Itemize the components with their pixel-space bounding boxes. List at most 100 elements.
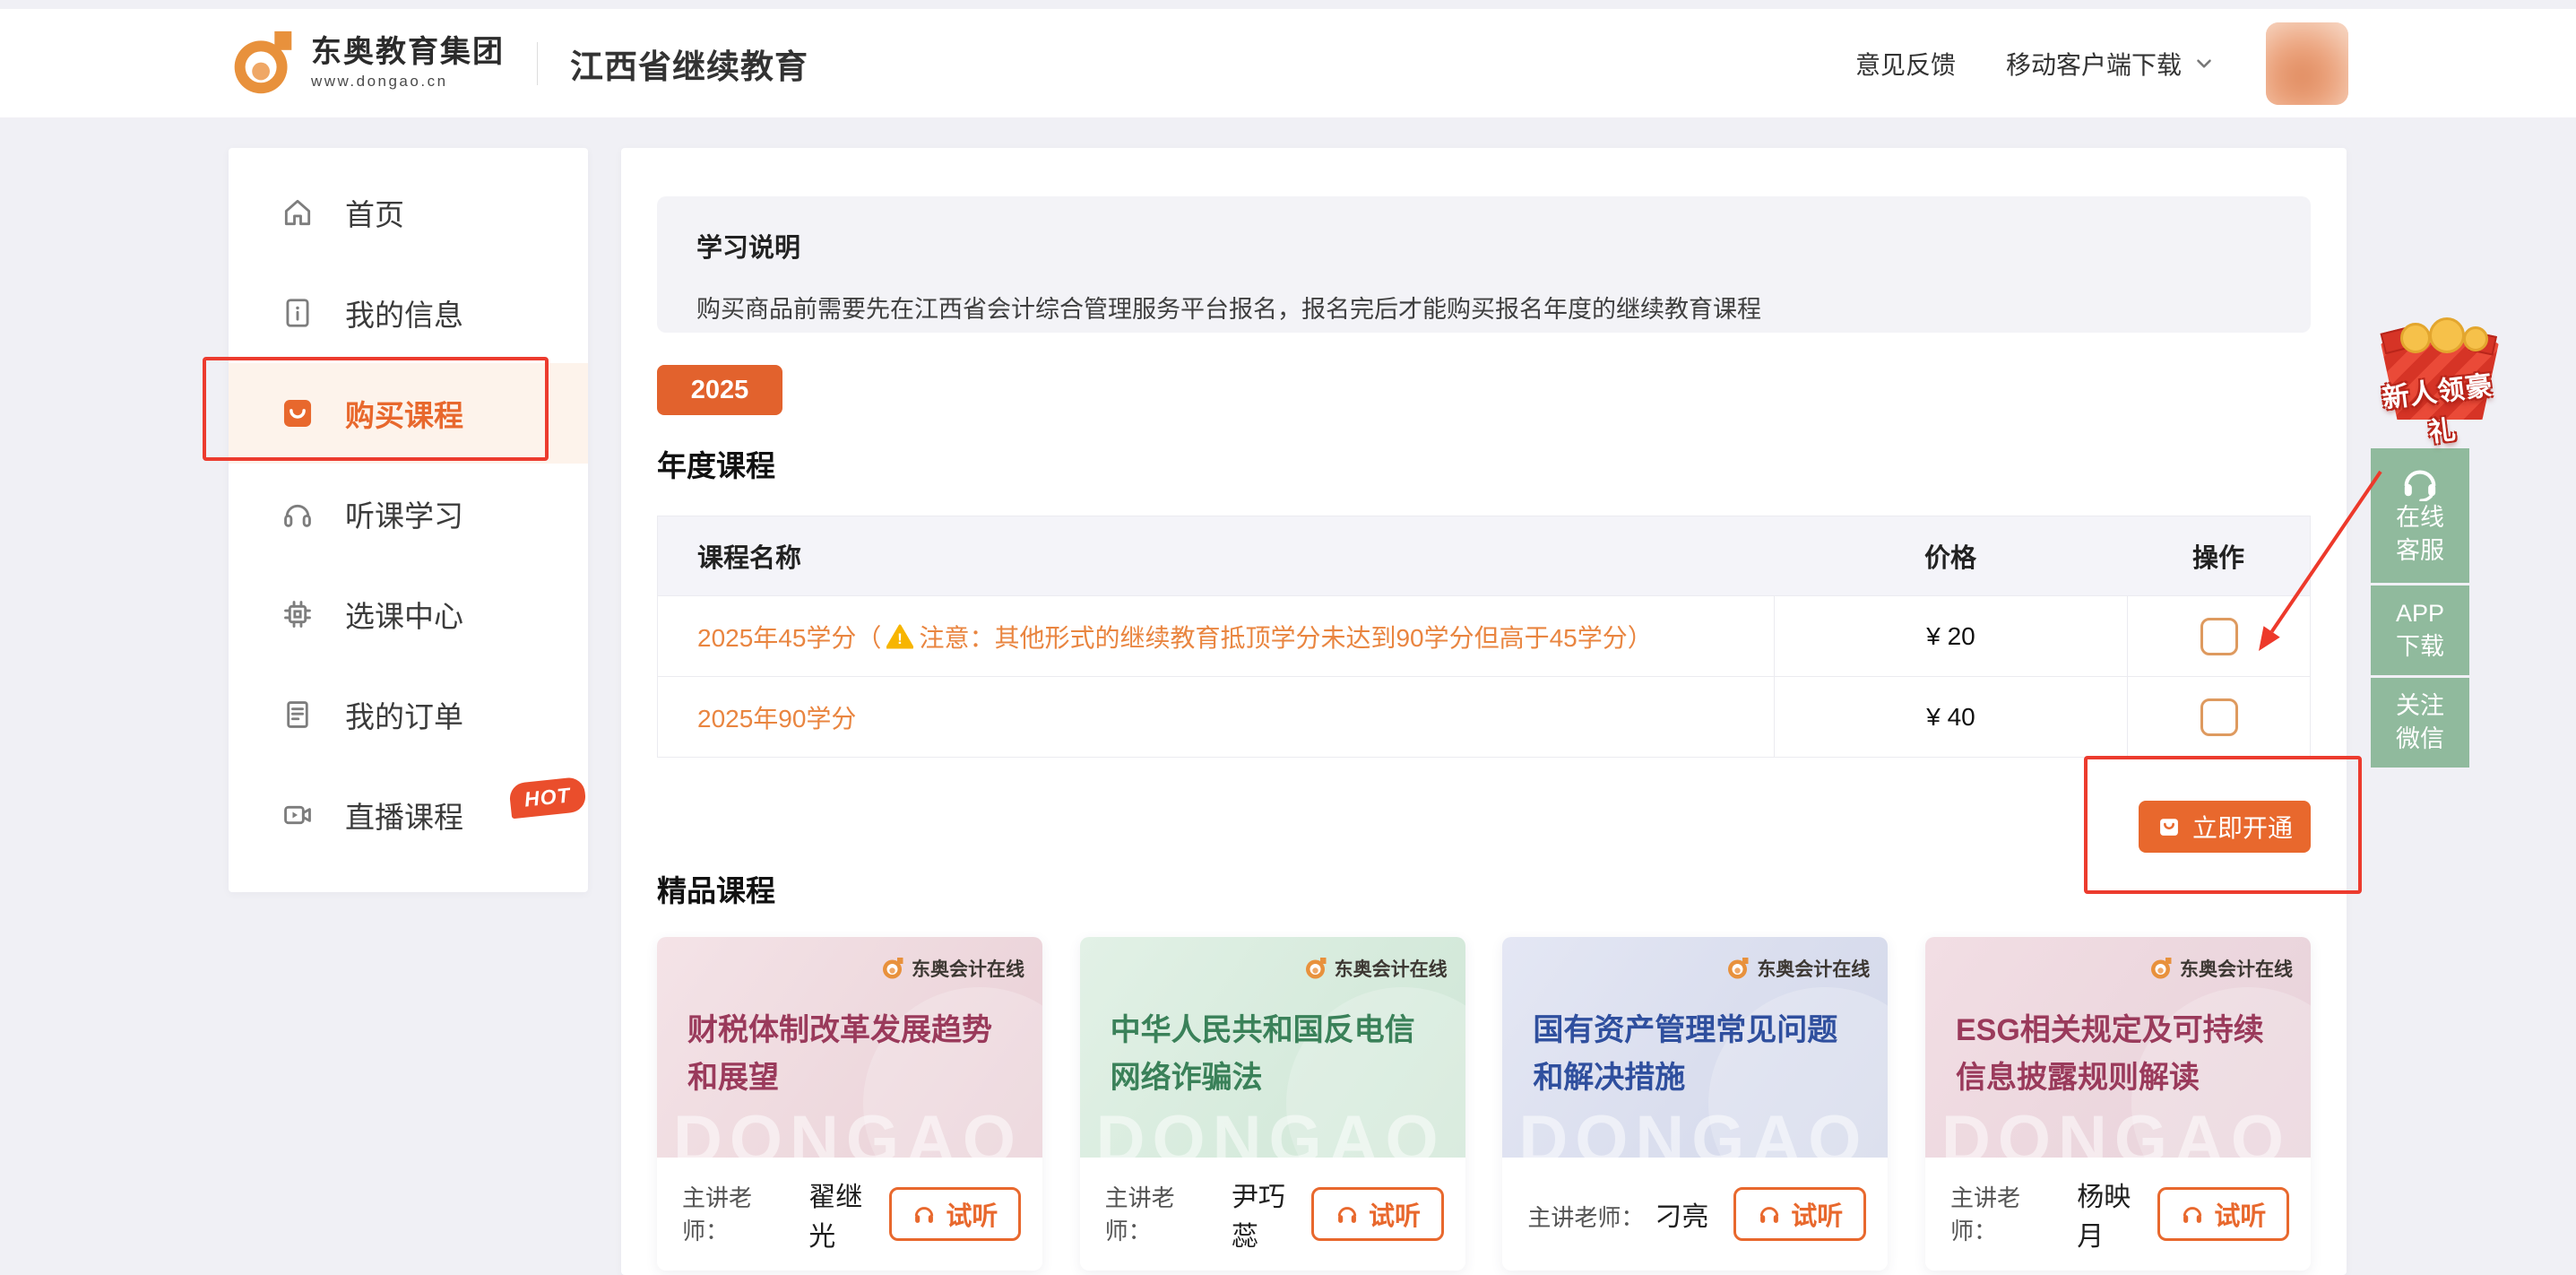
- teacher-name: 翟继光: [808, 1175, 888, 1253]
- order-list-icon: [281, 698, 315, 732]
- logo-subtitle: www.dongao.cn: [311, 74, 505, 91]
- svg-text:!: !: [898, 630, 903, 647]
- trial-listen-button[interactable]: 试听: [889, 1187, 1021, 1241]
- brand-label: 东奥会计在线: [1335, 955, 1448, 982]
- sidebar-item-label: 购买课程: [345, 392, 463, 435]
- card-footer: 主讲老师： 刁亮 试听: [1502, 1158, 1888, 1271]
- gold-coin-icon: [2400, 323, 2431, 353]
- brand-label: 东奥会计在线: [2180, 955, 2293, 982]
- column-header-action: 操作: [2127, 537, 2310, 575]
- trial-listen-label: 试听: [1369, 1195, 1421, 1233]
- course-price: ¥ 20: [1774, 596, 2127, 677]
- action-cell: [2127, 677, 2310, 758]
- teacher-row: 主讲老师： 翟继光: [682, 1175, 889, 1253]
- teacher-name: 杨映月: [2077, 1175, 2157, 1253]
- sidebar-item-my-orders[interactable]: 我的订单: [229, 664, 588, 765]
- teacher-label: 主讲老师：: [1105, 1180, 1221, 1246]
- card-cover: 东奥会计在线 中华人民共和国反电信网络诈骗法 DONGAO: [1080, 937, 1465, 1158]
- online-service-label-line2: 客服: [2396, 534, 2444, 568]
- follow-wechat-label-line1: 关注: [2396, 690, 2444, 723]
- sidebar-item-label: 听课学习: [345, 492, 463, 535]
- column-header-name: 课程名称: [658, 537, 1774, 575]
- online-service-button[interactable]: 在线 客服: [2371, 448, 2469, 583]
- sidebar-item-my-info[interactable]: 我的信息: [229, 263, 588, 363]
- notice-title: 学习说明: [696, 227, 2271, 265]
- follow-wechat-label-line2: 微信: [2396, 723, 2444, 756]
- table-header-row: 课程名称 价格 操作: [658, 516, 2310, 595]
- sidebar-item-label: 首页: [345, 191, 404, 234]
- card-title: ESG相关规定及可持续信息披露规则解读: [1956, 1007, 2289, 1101]
- course-checkbox[interactable]: [2200, 618, 2238, 655]
- teacher-row: 主讲老师： 尹巧蕊: [1105, 1175, 1312, 1253]
- course-card[interactable]: 东奥会计在线 中华人民共和国反电信网络诈骗法 DONGAO 主讲老师： 尹巧蕊 …: [1080, 937, 1465, 1271]
- table-row: 2025年45学分（ ! 注意：其他形式的继续教育抵顶学分未达到90学分但高于4…: [658, 595, 2310, 676]
- teacher-label: 主讲老师：: [1527, 1200, 1644, 1233]
- headset-icon: [2399, 464, 2441, 501]
- sidebar: 首页 我的信息 购买课程 听课学习 选课中心: [229, 148, 588, 892]
- activate-now-button[interactable]: 立即开通: [2139, 801, 2311, 853]
- watermark-text: DONGAO: [1941, 1101, 2291, 1158]
- card-cover: 东奥会计在线 ESG相关规定及可持续信息披露规则解读 DONGAO: [1925, 937, 2311, 1158]
- brand-row: 东奥会计在线: [1726, 955, 1870, 982]
- feedback-link[interactable]: 意见反馈: [1855, 46, 1956, 82]
- brand-label: 东奥会计在线: [1757, 955, 1870, 982]
- avatar[interactable]: [2266, 22, 2348, 105]
- brand-row: 东奥会计在线: [2149, 955, 2293, 982]
- teacher-row: 主讲老师： 杨映月: [1950, 1175, 2157, 1253]
- brand-row: 东奥会计在线: [1304, 955, 1448, 982]
- course-card[interactable]: 东奥会计在线 国有资产管理常见问题和解决措施 DONGAO 主讲老师： 刁亮 试…: [1502, 937, 1888, 1271]
- dongao-accounting-logo-icon: [2149, 957, 2173, 980]
- course-name-link[interactable]: 2025年45学分（ ! 注意：其他形式的继续教育抵顶学分未达到90学分但高于4…: [658, 619, 1774, 655]
- study-notice: 学习说明 购买商品前需要先在江西省会计综合管理服务平台报名，报名完后才能购买报名…: [657, 196, 2311, 333]
- course-card[interactable]: 东奥会计在线 财税体制改革发展趋势和展望 DONGAO 主讲老师： 翟继光 试听: [657, 937, 1042, 1271]
- app-download-button[interactable]: APP 下载: [2371, 585, 2469, 675]
- card-title: 财税体制改革发展趋势和展望: [687, 1007, 1021, 1101]
- headphones-icon: [1335, 1201, 1360, 1227]
- headphones-icon: [2180, 1201, 2205, 1227]
- video-camera-icon: [281, 798, 315, 832]
- premium-cards: 东奥会计在线 财税体制改革发展趋势和展望 DONGAO 主讲老师： 翟继光 试听: [657, 937, 2311, 1271]
- card-title: 国有资产管理常见问题和解决措施: [1533, 1007, 1866, 1101]
- card-cover: 东奥会计在线 财税体制改革发展趋势和展望 DONGAO: [657, 937, 1042, 1158]
- shopping-bag-icon: [281, 396, 315, 430]
- app-download-label-line1: APP: [2396, 597, 2444, 630]
- card-footer: 主讲老师： 杨映月 试听: [1925, 1158, 2311, 1271]
- notice-text: 购买商品前需要先在江西省会计综合管理服务平台报名，报名完后才能购买报名年度的继续…: [696, 290, 2271, 325]
- logo-title: 东奥教育集团: [311, 36, 505, 69]
- new-user-gift-badge[interactable]: 新人领豪礼: [2377, 317, 2503, 432]
- sidebar-item-live-courses[interactable]: 直播课程 HOT: [229, 765, 588, 865]
- course-name-prefix: 2025年90学分: [697, 699, 856, 735]
- annual-courses-title: 年度课程: [657, 442, 2311, 485]
- card-cover: 东奥会计在线 国有资产管理常见问题和解决措施 DONGAO: [1502, 937, 1888, 1158]
- mobile-download-label: 移动客户端下载: [2006, 46, 2182, 82]
- teacher-label: 主讲老师：: [682, 1180, 798, 1246]
- mobile-download-dropdown[interactable]: 移动客户端下载: [2006, 46, 2216, 82]
- brand-row: 东奥会计在线: [881, 955, 1024, 982]
- follow-wechat-button[interactable]: 关注 微信: [2371, 678, 2469, 768]
- teacher-label: 主讲老师：: [1950, 1180, 2066, 1246]
- sidebar-item-home[interactable]: 首页: [229, 162, 588, 263]
- course-name-link[interactable]: 2025年90学分: [658, 699, 1774, 735]
- dongao-logo[interactable]: 东奥教育集团 www.dongao.cn: [229, 30, 505, 98]
- chevron-down-icon: [2192, 52, 2216, 75]
- trial-listen-button[interactable]: 试听: [2157, 1187, 2289, 1241]
- brand-label: 东奥会计在线: [912, 955, 1024, 982]
- sidebar-item-course-center[interactable]: 选课中心: [229, 564, 588, 664]
- year-tab-2025[interactable]: 2025: [657, 365, 782, 415]
- course-name-prefix: 2025年45学分（: [697, 619, 881, 655]
- course-price: ¥ 40: [1774, 677, 2127, 758]
- course-name-suffix: 注意：其他形式的继续教育抵顶学分未达到90学分但高于45学分）: [919, 619, 1652, 655]
- trial-listen-button[interactable]: 试听: [1733, 1187, 1866, 1241]
- course-card[interactable]: 东奥会计在线 ESG相关规定及可持续信息披露规则解读 DONGAO 主讲老师： …: [1925, 937, 2311, 1271]
- course-checkbox[interactable]: [2200, 698, 2238, 736]
- trial-listen-button[interactable]: 试听: [1311, 1187, 1443, 1241]
- sidebar-item-listen-learn[interactable]: 听课学习: [229, 464, 588, 564]
- header-divider: [537, 42, 538, 85]
- header-right: 意见反馈 移动客户端下载: [1855, 22, 2348, 105]
- card-title: 中华人民共和国反电信网络诈骗法: [1111, 1007, 1444, 1101]
- watermark-text: DONGAO: [1096, 1101, 1446, 1158]
- teacher-row: 主讲老师： 刁亮: [1527, 1194, 1708, 1234]
- trial-listen-label: 试听: [1791, 1195, 1843, 1233]
- gift-badge-label: 新人领豪礼: [2367, 361, 2512, 456]
- sidebar-item-buy-courses[interactable]: 购买课程: [229, 363, 588, 464]
